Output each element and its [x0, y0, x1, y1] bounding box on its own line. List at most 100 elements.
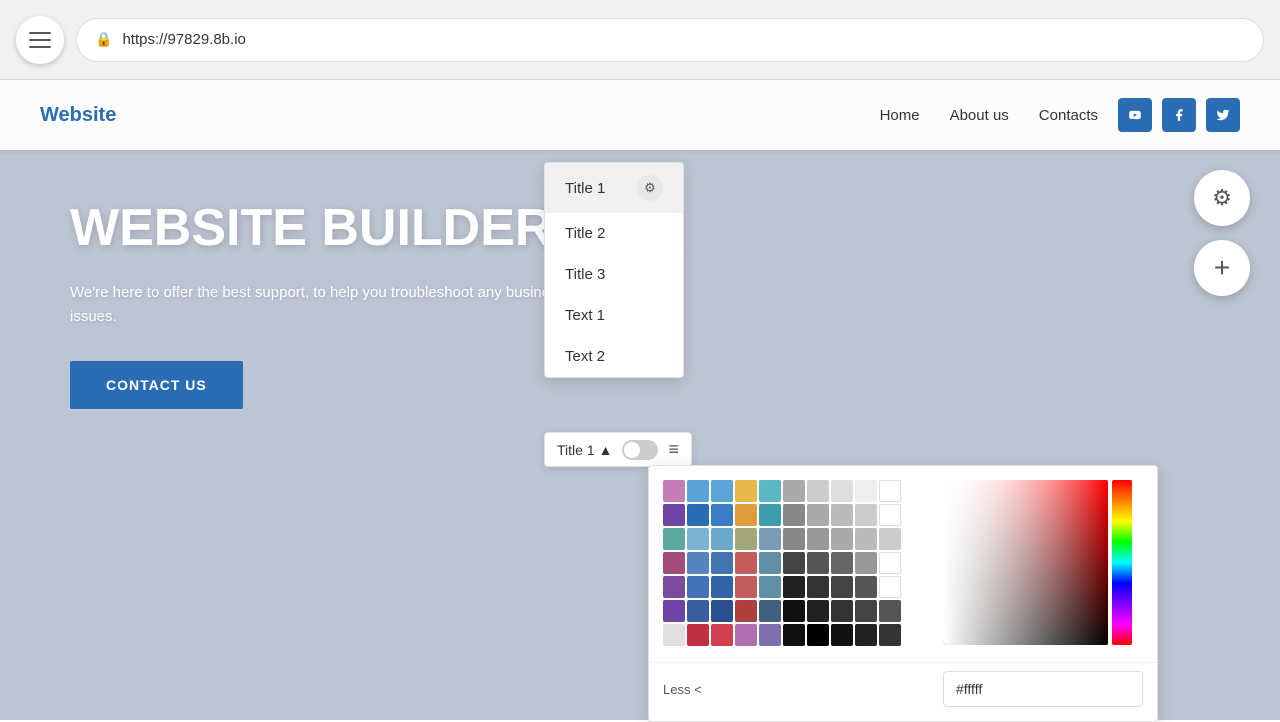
hex-input[interactable] [943, 671, 1143, 707]
swatch[interactable] [879, 600, 901, 622]
swatch[interactable] [807, 600, 829, 622]
dropdown-item-settings-icon[interactable]: ⚙ [637, 175, 663, 201]
swatch-row-7 [663, 624, 929, 646]
browser-menu-button[interactable] [16, 16, 64, 64]
twitter-icon[interactable] [1206, 98, 1240, 132]
swatch[interactable] [831, 480, 853, 502]
color-spectrum[interactable] [943, 480, 1143, 645]
add-icon: + [1214, 252, 1230, 284]
swatch[interactable] [759, 552, 781, 574]
swatch[interactable] [711, 552, 733, 574]
swatch[interactable] [711, 600, 733, 622]
swatch[interactable] [759, 528, 781, 550]
swatch[interactable] [807, 576, 829, 598]
swatch[interactable] [783, 480, 805, 502]
swatch[interactable] [807, 480, 829, 502]
swatch[interactable] [855, 552, 877, 574]
dropdown-item-title2[interactable]: Title 2 [545, 213, 683, 254]
swatch[interactable] [735, 576, 757, 598]
swatch[interactable] [831, 528, 853, 550]
swatch[interactable] [735, 528, 757, 550]
swatch[interactable] [855, 504, 877, 526]
swatch[interactable] [687, 480, 709, 502]
dropdown-item-text2[interactable]: Text 2 [545, 336, 683, 377]
swatch[interactable] [879, 528, 901, 550]
nav-contacts[interactable]: Contacts [1039, 107, 1098, 124]
youtube-icon[interactable] [1118, 98, 1152, 132]
swatch[interactable] [807, 528, 829, 550]
swatch[interactable] [855, 480, 877, 502]
toolbar-toggle[interactable] [622, 440, 658, 460]
swatch[interactable] [855, 624, 877, 646]
fab-add-button[interactable]: + [1194, 240, 1250, 296]
swatch[interactable] [831, 552, 853, 574]
swatch[interactable] [687, 552, 709, 574]
dropdown-item-title3[interactable]: Title 3 [545, 254, 683, 295]
swatch[interactable] [663, 480, 685, 502]
swatch[interactable] [711, 480, 733, 502]
swatch[interactable] [663, 624, 685, 646]
swatch[interactable] [831, 624, 853, 646]
facebook-icon[interactable] [1162, 98, 1196, 132]
nav-home[interactable]: Home [880, 107, 920, 124]
url-text: https://97829.8b.io [122, 31, 245, 48]
swatch[interactable] [783, 528, 805, 550]
swatch[interactable] [831, 576, 853, 598]
swatch[interactable] [663, 528, 685, 550]
swatch[interactable] [759, 504, 781, 526]
dropdown-item-text1-label: Text 1 [565, 307, 605, 324]
swatch[interactable] [879, 552, 901, 574]
swatch[interactable] [663, 504, 685, 526]
swatch[interactable] [831, 504, 853, 526]
swatch[interactable] [687, 576, 709, 598]
swatch[interactable] [759, 576, 781, 598]
swatch[interactable] [783, 624, 805, 646]
dropdown-item-title3-label: Title 3 [565, 266, 605, 283]
swatch[interactable] [783, 552, 805, 574]
swatch[interactable] [783, 600, 805, 622]
dropdown-item-text1[interactable]: Text 1 [545, 295, 683, 336]
swatch[interactable] [855, 528, 877, 550]
swatch[interactable] [663, 552, 685, 574]
swatch-white[interactable] [879, 480, 901, 502]
swatch[interactable] [831, 600, 853, 622]
swatch[interactable] [711, 528, 733, 550]
swatch[interactable] [855, 576, 877, 598]
nav-about[interactable]: About us [950, 107, 1009, 124]
swatch[interactable] [759, 600, 781, 622]
toolbar-align-icon[interactable]: ≡ [668, 439, 679, 460]
swatch[interactable] [879, 576, 901, 598]
color-picker-bottom: Less < [649, 662, 1157, 721]
swatch[interactable] [783, 504, 805, 526]
swatch[interactable] [759, 480, 781, 502]
hue-slider[interactable] [1112, 480, 1132, 645]
swatch[interactable] [879, 504, 901, 526]
swatch[interactable] [735, 552, 757, 574]
swatch[interactable] [807, 552, 829, 574]
swatch[interactable] [735, 504, 757, 526]
swatch[interactable] [663, 576, 685, 598]
swatch[interactable] [879, 624, 901, 646]
hero-subtitle: We're here to offer the best support, to… [70, 281, 590, 329]
dropdown-item-title1[interactable]: Title 1 ⚙ [545, 163, 683, 213]
swatch[interactable] [687, 624, 709, 646]
swatch[interactable] [735, 600, 757, 622]
swatch[interactable] [735, 624, 757, 646]
swatch[interactable] [855, 600, 877, 622]
less-button[interactable]: Less < [663, 682, 702, 697]
fab-settings-button[interactable]: ⚙ [1194, 170, 1250, 226]
contact-us-button[interactable]: CONTACT US [70, 361, 243, 409]
swatch[interactable] [759, 624, 781, 646]
swatch[interactable] [687, 600, 709, 622]
swatch[interactable] [783, 576, 805, 598]
swatch[interactable] [711, 624, 733, 646]
swatch[interactable] [807, 504, 829, 526]
url-bar[interactable]: 🔒 https://97829.8b.io [76, 18, 1264, 62]
swatch[interactable] [735, 480, 757, 502]
swatch[interactable] [663, 600, 685, 622]
swatch[interactable] [807, 624, 829, 646]
swatch[interactable] [711, 504, 733, 526]
swatch[interactable] [687, 528, 709, 550]
swatch[interactable] [687, 504, 709, 526]
swatch[interactable] [711, 576, 733, 598]
